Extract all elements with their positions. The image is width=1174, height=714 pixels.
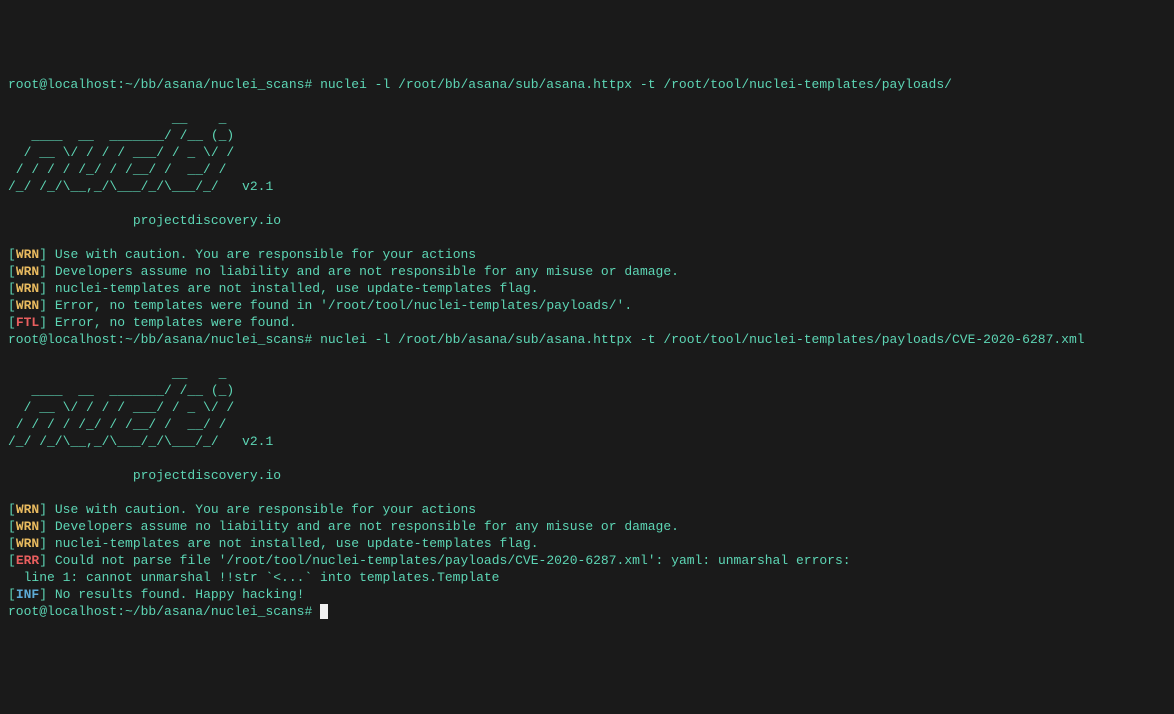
log-bracket: ] [39, 587, 47, 602]
log-bracket: [ [8, 536, 16, 551]
log-level: ERR [16, 553, 39, 568]
log-level: WRN [16, 519, 39, 534]
log-bracket: [ [8, 519, 16, 534]
log-bracket: [ [8, 553, 16, 568]
log-level: WRN [16, 502, 39, 517]
log-message: Error, no templates were found in '/root… [55, 298, 632, 313]
log-bracket: [ [8, 298, 16, 313]
log-bracket: ] [39, 315, 47, 330]
log-bracket: ] [39, 519, 47, 534]
log-level: WRN [16, 536, 39, 551]
log-level: INF [16, 587, 39, 602]
log-bracket: [ [8, 587, 16, 602]
log-bracket: [ [8, 281, 16, 296]
log-bracket: ] [39, 247, 47, 262]
shell-command: nuclei -l /root/bb/asana/sub/asana.httpx… [320, 332, 1085, 347]
log-bracket: ] [39, 298, 47, 313]
log-message: Developers assume no liability and are n… [55, 264, 679, 279]
log-bracket: ] [39, 536, 47, 551]
log-bracket: ] [39, 264, 47, 279]
log-message: Developers assume no liability and are n… [55, 519, 679, 534]
log-level: WRN [16, 298, 39, 313]
ascii-banner: __ _ ____ __ _______/ /__ (_) / __ \/ / … [8, 366, 281, 483]
cursor [320, 604, 328, 619]
shell-prompt: root@localhost:~/bb/asana/nuclei_scans# [8, 332, 312, 347]
terminal-output[interactable]: root@localhost:~/bb/asana/nuclei_scans# … [8, 76, 1166, 620]
log-message: Could not parse file '/root/tool/nuclei-… [8, 553, 851, 585]
shell-prompt: root@localhost:~/bb/asana/nuclei_scans# [8, 604, 312, 619]
log-level: WRN [16, 247, 39, 262]
log-message: Use with caution. You are responsible fo… [55, 502, 476, 517]
shell-prompt: root@localhost:~/bb/asana/nuclei_scans# [8, 77, 312, 92]
log-bracket: [ [8, 264, 16, 279]
log-bracket: [ [8, 502, 16, 517]
log-bracket: ] [39, 553, 47, 568]
log-level: WRN [16, 264, 39, 279]
log-message: Use with caution. You are responsible fo… [55, 247, 476, 262]
log-message: nuclei-templates are not installed, use … [55, 281, 539, 296]
log-level: FTL [16, 315, 39, 330]
log-message: nuclei-templates are not installed, use … [55, 536, 539, 551]
log-message: No results found. Happy hacking! [55, 587, 305, 602]
log-level: WRN [16, 281, 39, 296]
log-bracket: [ [8, 315, 16, 330]
log-message: Error, no templates were found. [55, 315, 297, 330]
log-bracket: ] [39, 502, 47, 517]
log-bracket: [ [8, 247, 16, 262]
ascii-banner: __ _ ____ __ _______/ /__ (_) / __ \/ / … [8, 111, 281, 228]
shell-command: nuclei -l /root/bb/asana/sub/asana.httpx… [320, 77, 952, 92]
log-bracket: ] [39, 281, 47, 296]
